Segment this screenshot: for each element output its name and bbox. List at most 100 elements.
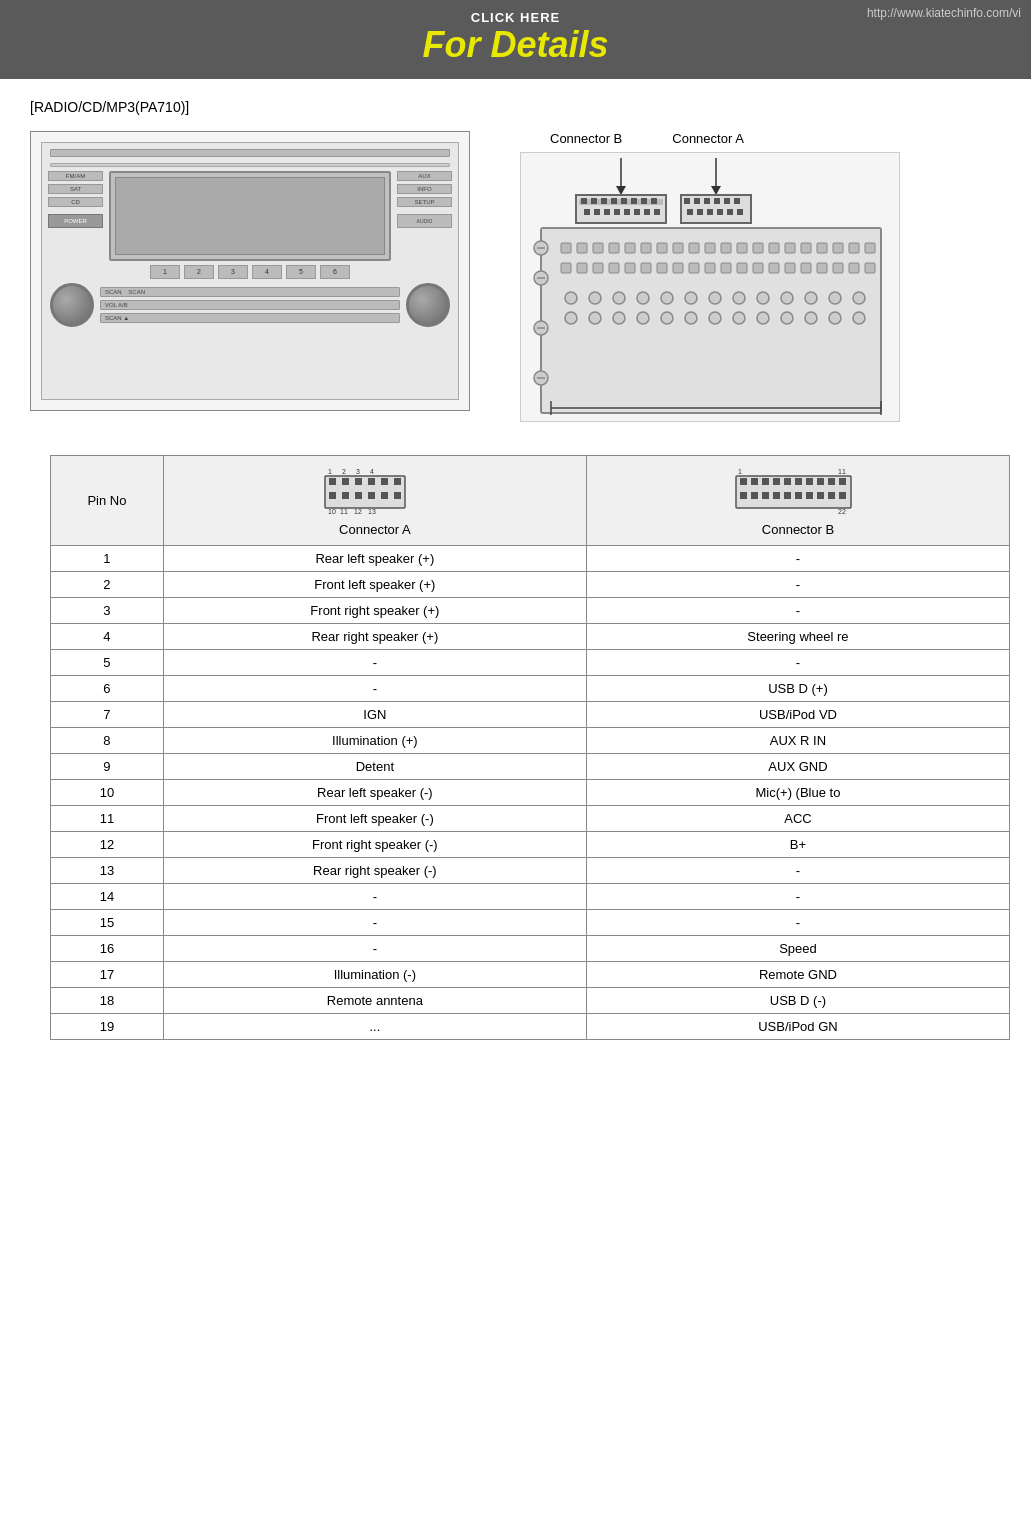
- table-row: 11 Front left speaker (-) ACC: [51, 805, 1010, 831]
- svg-rect-26: [714, 198, 720, 204]
- svg-rect-21: [654, 209, 660, 215]
- conn-b-cell: Steering wheel re: [586, 623, 1009, 649]
- svg-rect-34: [737, 209, 743, 215]
- connector-diagram: Connector B Connector A: [520, 131, 1001, 425]
- table-row: 14 - -: [51, 883, 1010, 909]
- svg-rect-23: [684, 198, 690, 204]
- svg-rect-75: [737, 263, 747, 273]
- svg-rect-31: [707, 209, 713, 215]
- svg-rect-145: [828, 478, 835, 485]
- conn-b-cell: Mic(+) (Blue to: [586, 779, 1009, 805]
- table-row: 15 - -: [51, 909, 1010, 935]
- svg-rect-76: [753, 263, 763, 273]
- svg-rect-50: [657, 243, 667, 253]
- conn-a-cell: -: [163, 675, 586, 701]
- svg-point-94: [805, 292, 817, 304]
- svg-rect-27: [724, 198, 730, 204]
- conn-b-cell: Remote GND: [586, 961, 1009, 987]
- svg-text:3: 3: [356, 468, 360, 475]
- svg-rect-32: [717, 209, 723, 215]
- svg-rect-7: [591, 198, 597, 204]
- conn-a-cell: Front left speaker (+): [163, 571, 586, 597]
- table-row: 9 Detent AUX GND: [51, 753, 1010, 779]
- svg-rect-12: [641, 198, 647, 204]
- svg-rect-120: [355, 478, 362, 485]
- table-row: 10 Rear left speaker (-) Mic(+) (Blue to: [51, 779, 1010, 805]
- svg-point-86: [613, 292, 625, 304]
- pin-no-cell: 9: [51, 753, 164, 779]
- svg-rect-121: [368, 478, 375, 485]
- conn-a-cell: -: [163, 935, 586, 961]
- svg-rect-78: [785, 263, 795, 273]
- svg-point-93: [781, 292, 793, 304]
- svg-rect-150: [773, 492, 780, 499]
- pin-no-cell: 6: [51, 675, 164, 701]
- conn-b-cell: -: [586, 545, 1009, 571]
- conn-b-cell: -: [586, 909, 1009, 935]
- svg-rect-129: [342, 492, 349, 499]
- svg-rect-25: [704, 198, 710, 204]
- svg-point-89: [685, 292, 697, 304]
- svg-rect-147: [740, 492, 747, 499]
- svg-rect-55: [737, 243, 747, 253]
- pin-no-cell: 11: [51, 805, 164, 831]
- svg-text:1: 1: [328, 468, 332, 475]
- svg-rect-133: [394, 492, 401, 499]
- conn-a-cell: Rear right speaker (+): [163, 623, 586, 649]
- table-row: 13 Rear right speaker (-) -: [51, 857, 1010, 883]
- svg-text:11: 11: [340, 508, 348, 515]
- svg-text:1: 1: [738, 468, 742, 475]
- svg-rect-80: [817, 263, 827, 273]
- conn-a-cell: -: [163, 909, 586, 935]
- svg-rect-64: [561, 263, 571, 273]
- radio-diagram: FM/AM SAT CD POWER AUX INFO: [30, 131, 490, 411]
- pin-no-cell: 17: [51, 961, 164, 987]
- pin-no-cell: 1: [51, 545, 164, 571]
- table-row: 18 Remote anntena USB D (-): [51, 987, 1010, 1013]
- svg-rect-45: [577, 243, 587, 253]
- svg-rect-53: [705, 243, 715, 253]
- table-row: 16 - Speed: [51, 935, 1010, 961]
- svg-point-103: [709, 312, 721, 324]
- svg-text:2: 2: [342, 468, 346, 475]
- svg-rect-29: [687, 209, 693, 215]
- svg-point-87: [637, 292, 649, 304]
- diagrams-row: FM/AM SAT CD POWER AUX INFO: [30, 131, 1001, 425]
- conn-a-cell: Illumination (-): [163, 961, 586, 987]
- svg-rect-154: [817, 492, 824, 499]
- pin-no-cell: 15: [51, 909, 164, 935]
- svg-rect-10: [621, 198, 627, 204]
- conn-b-cell: B+: [586, 831, 1009, 857]
- svg-rect-142: [795, 478, 802, 485]
- svg-rect-24: [694, 198, 700, 204]
- pin-no-cell: 3: [51, 597, 164, 623]
- table-row: 12 Front right speaker (-) B+: [51, 831, 1010, 857]
- svg-rect-122: [381, 478, 388, 485]
- table-row: 7 IGN USB/iPod VD: [51, 701, 1010, 727]
- svg-rect-117: [325, 476, 405, 508]
- svg-rect-69: [641, 263, 651, 273]
- conn-b-cell: -: [586, 857, 1009, 883]
- conn-b-cell: USB/iPod VD: [586, 701, 1009, 727]
- connector-a-label: Connector A: [672, 131, 744, 146]
- svg-text:22: 22: [838, 508, 846, 515]
- pin-table-body: 1 Rear left speaker (+) - 2 Front left s…: [51, 545, 1010, 1039]
- table-row: 17 Illumination (-) Remote GND: [51, 961, 1010, 987]
- svg-rect-33: [727, 209, 733, 215]
- svg-rect-130: [355, 492, 362, 499]
- svg-rect-13: [651, 198, 657, 204]
- connector-b-label: Connector B: [550, 131, 622, 146]
- svg-rect-151: [784, 492, 791, 499]
- svg-point-85: [589, 292, 601, 304]
- pin-no-cell: 4: [51, 623, 164, 649]
- svg-rect-59: [801, 243, 811, 253]
- conn-b-cell: ACC: [586, 805, 1009, 831]
- header-banner: http://www.kiatechinfo.com/vi CLICK HERE…: [0, 0, 1031, 79]
- svg-rect-20: [644, 209, 650, 215]
- svg-point-92: [757, 292, 769, 304]
- conn-b-cell: USB D (-): [586, 987, 1009, 1013]
- svg-rect-6: [581, 198, 587, 204]
- svg-rect-62: [849, 243, 859, 253]
- header-connector-b: 1 11: [586, 455, 1009, 545]
- svg-rect-83: [865, 263, 875, 273]
